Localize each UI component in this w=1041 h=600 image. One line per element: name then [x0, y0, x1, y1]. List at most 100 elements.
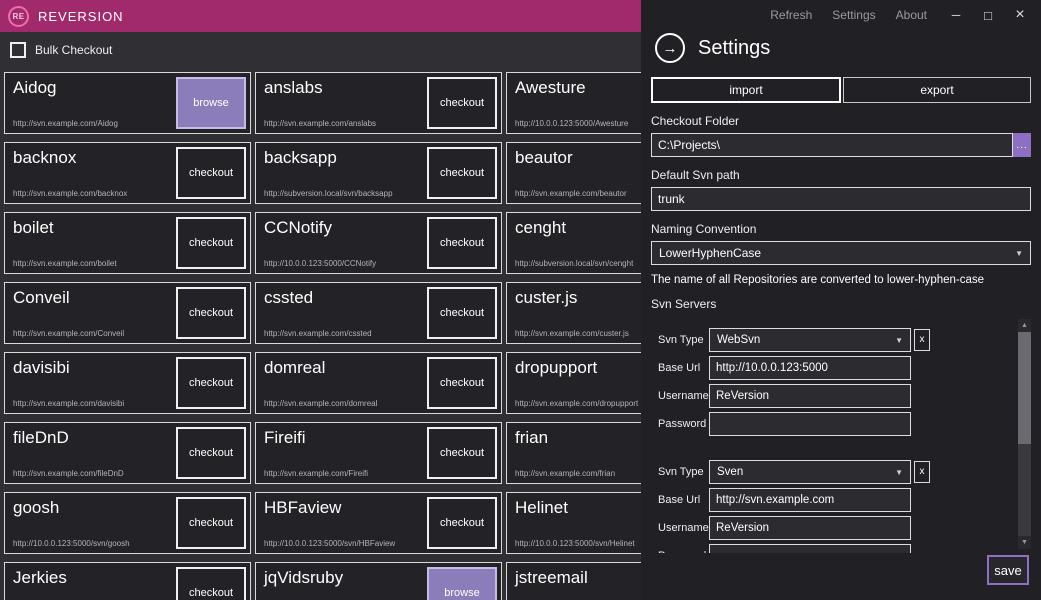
svn-server-list: Svn Type WebSvn ▼ x Base Url Username Pa… — [651, 317, 1031, 553]
repo-url: http://10.0.0.123:5000/CCNotify — [264, 259, 377, 268]
repo-action-button[interactable]: checkout — [427, 497, 497, 549]
repo-card: jqVidsruby browse — [255, 562, 502, 600]
repo-url: http://svn.example.com/boilet — [13, 259, 117, 268]
base-url-label: Base Url — [658, 362, 701, 374]
repo-action-button[interactable]: browse — [176, 77, 246, 129]
repo-action-button[interactable]: checkout — [176, 287, 246, 339]
back-arrow-icon[interactable]: → — [655, 33, 685, 63]
menu-settings[interactable]: Settings — [832, 8, 875, 22]
repo-url: http://svn.example.com/beautor — [515, 189, 627, 198]
username-input[interactable] — [709, 384, 911, 408]
repo-url: http://svn.example.com/Conveil — [13, 329, 125, 338]
settings-title: Settings — [698, 36, 771, 59]
scroll-track[interactable] — [1018, 332, 1031, 536]
base-url-label: Base Url — [658, 494, 701, 506]
default-svn-path-label: Default Svn path — [651, 168, 740, 182]
repo-action-button[interactable]: checkout — [176, 147, 246, 199]
base-url-input[interactable] — [709, 488, 911, 512]
bulk-checkout-label: Bulk Checkout — [35, 43, 113, 57]
checkout-folder-label: Checkout Folder — [651, 114, 740, 128]
repo-url: http://svn.example.com/Fireifi — [264, 469, 369, 478]
repo-url: http://svn.example.com/davisibi — [13, 399, 125, 408]
repo-action-button[interactable]: checkout — [427, 77, 497, 129]
svn-type-dropdown[interactable]: Sven ▼ — [709, 460, 911, 484]
remove-server-button[interactable]: x — [914, 461, 930, 483]
repo-action-button[interactable]: checkout — [427, 147, 497, 199]
repo-action-button[interactable]: checkout — [176, 497, 246, 549]
username-label: Username — [658, 522, 709, 534]
svn-type-label: Svn Type — [658, 466, 704, 478]
svn-servers-label: Svn Servers — [651, 297, 717, 311]
remove-server-button[interactable]: x — [914, 329, 930, 351]
close-icon[interactable]: × — [1007, 6, 1033, 24]
svn-server-items: Svn Type WebSvn ▼ x Base Url Username Pa… — [651, 317, 1031, 553]
svn-type-value: Sven — [717, 466, 744, 478]
folder-browse-button[interactable]: ... — [1013, 133, 1031, 157]
minimize-icon[interactable]: ─ — [943, 8, 969, 22]
repo-url: http://svn.example.com/cssted — [264, 329, 372, 338]
save-button[interactable]: save — [987, 555, 1029, 585]
settings-header: → Settings — [641, 30, 1041, 73]
svn-server-block: Svn Type WebSvn ▼ x Base Url Username Pa… — [651, 327, 1031, 437]
password-input[interactable] — [709, 412, 911, 436]
import-export-row: import export — [651, 77, 1031, 103]
repo-url: http://svn.example.com/domreal — [264, 399, 378, 408]
chevron-down-icon: ▼ — [895, 335, 903, 345]
password-input[interactable] — [709, 544, 911, 553]
checkout-folder-input[interactable] — [651, 133, 1013, 157]
repo-action-button[interactable]: checkout — [427, 427, 497, 479]
default-svn-path-input[interactable] — [651, 187, 1031, 211]
repo-url: http://svn.example.com/fileDnD — [13, 469, 124, 478]
svn-type-value: WebSvn — [717, 334, 761, 346]
repo-url: http://10.0.0.123:5000/svn/HBFaview — [264, 539, 396, 548]
repo-card: goosh http://10.0.0.123:5000/svn/goosh c… — [4, 492, 251, 554]
scroll-thumb[interactable] — [1018, 332, 1031, 444]
repo-card: davisibi http://svn.example.com/davisibi… — [4, 352, 251, 414]
username-label: Username — [658, 390, 709, 402]
app-logo-icon: RE — [8, 5, 29, 27]
repo-card: fileDnD http://svn.example.com/fileDnD c… — [4, 422, 251, 484]
repo-url: http://10.0.0.123:5000/svn/Helinet — [515, 539, 635, 548]
menu-about[interactable]: About — [896, 8, 927, 22]
password-label: Password — [658, 418, 707, 430]
base-url-input[interactable] — [709, 356, 911, 380]
repo-action-button[interactable]: checkout — [427, 217, 497, 269]
repo-url: http://svn.example.com/frian — [515, 469, 616, 478]
repo-url: http://svn.example.com/custer.js — [515, 329, 629, 338]
username-input[interactable] — [709, 516, 911, 540]
repo-card: Conveil http://svn.example.com/Conveil c… — [4, 282, 251, 344]
naming-convention-value: LowerHyphenCase — [659, 246, 762, 260]
repo-url: http://subversion.local/svn/cenght — [515, 259, 634, 268]
repo-url: http://10.0.0.123:5000/Awesture — [515, 119, 629, 128]
bulk-checkout-checkbox[interactable] — [10, 42, 26, 58]
menu-bar: Refresh Settings About ─ □ × — [641, 0, 1041, 30]
repo-card: backnox http://svn.example.com/backnox c… — [4, 142, 251, 204]
scrollbar[interactable]: ▲ ▼ — [1018, 319, 1031, 549]
repo-action-button[interactable]: checkout — [176, 357, 246, 409]
svn-server-block: Svn Type Sven ▼ x Base Url Username Pass… — [651, 459, 1031, 553]
repo-action-button[interactable]: checkout — [176, 217, 246, 269]
repo-url: http://subversion.local/svn/backsapp — [264, 189, 393, 198]
scroll-up-icon[interactable]: ▲ — [1018, 319, 1031, 332]
repo-card: CCNotify http://10.0.0.123:5000/CCNotify… — [255, 212, 502, 274]
naming-convention-dropdown[interactable]: LowerHyphenCase ▼ — [651, 241, 1031, 265]
chevron-down-icon: ▼ — [895, 467, 903, 477]
export-button[interactable]: export — [843, 77, 1031, 103]
repo-card: boilet http://svn.example.com/boilet che… — [4, 212, 251, 274]
repo-action-button[interactable]: checkout — [176, 427, 246, 479]
svn-type-dropdown[interactable]: WebSvn ▼ — [709, 328, 911, 352]
repo-action-button[interactable]: checkout — [427, 357, 497, 409]
repo-url: http://svn.example.com/backnox — [13, 189, 128, 198]
naming-convention-label: Naming Convention — [651, 222, 757, 236]
maximize-icon[interactable]: □ — [975, 8, 1001, 23]
repo-action-button[interactable]: browse — [427, 567, 497, 600]
import-button[interactable]: import — [651, 77, 841, 103]
repo-card: backsapp http://subversion.local/svn/bac… — [255, 142, 502, 204]
repo-card: Aidog http://svn.example.com/Aidog brows… — [4, 72, 251, 134]
scroll-down-icon[interactable]: ▼ — [1018, 536, 1031, 549]
app-window: RE REVERSION Bulk Checkout Aidog http://… — [0, 0, 1041, 600]
menu-refresh[interactable]: Refresh — [770, 8, 812, 22]
repo-action-button[interactable]: checkout — [427, 287, 497, 339]
repo-url: http://svn.example.com/Aidog — [13, 119, 118, 128]
repo-action-button[interactable]: checkout — [176, 567, 246, 600]
